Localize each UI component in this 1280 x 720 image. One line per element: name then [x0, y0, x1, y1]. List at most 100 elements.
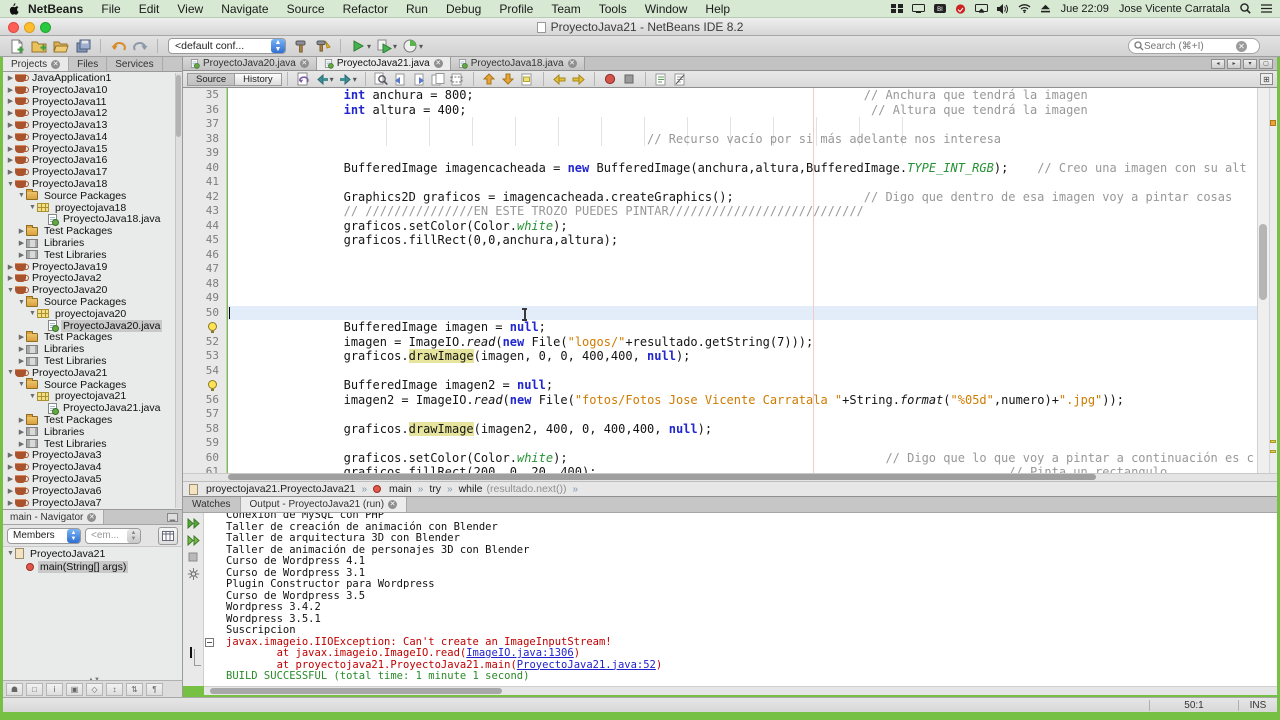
show-classes-icon[interactable]: ◇ — [86, 682, 103, 696]
project-tree-item-test-libraries[interactable]: ▶ Test Libraries — [3, 355, 182, 367]
menu-navigate[interactable]: Navigate — [212, 2, 277, 16]
navigator-item-proyectojava21[interactable]: ▼ ProyectoJava21 — [3, 547, 182, 560]
project-tree-item-libraries[interactable]: ▶ Libraries — [3, 343, 182, 355]
run-dropdown-icon[interactable]: ▾ — [367, 42, 371, 51]
collapsed-arrow-icon[interactable]: ▶ — [6, 156, 15, 164]
non-public-filter-icon[interactable]: ▣ — [66, 682, 83, 696]
search-clear-icon[interactable]: ✕ — [1236, 40, 1247, 52]
history-view-button[interactable]: History — [234, 72, 282, 86]
collapsed-arrow-icon[interactable]: ▶ — [17, 357, 26, 365]
collapsed-arrow-icon[interactable]: ▶ — [17, 227, 26, 235]
macro-stop-icon[interactable] — [621, 72, 638, 87]
new-file-icon[interactable] — [7, 37, 27, 55]
project-tree-item-proyectojava19[interactable]: ▶ ProyectoJava19 — [3, 261, 182, 273]
code-line-57[interactable] — [228, 407, 1257, 422]
code-line-38[interactable]: // Recurso vacío por si más adelante nos… — [228, 131, 1257, 146]
navigator-view-select[interactable]: Members ▲ ▼ — [7, 527, 81, 544]
collapsed-arrow-icon[interactable]: ▶ — [6, 451, 15, 459]
expanded-arrow-icon[interactable]: ▼ — [6, 181, 15, 188]
collapsed-arrow-icon[interactable]: ▶ — [6, 97, 15, 105]
code-line-37[interactable] — [228, 117, 1257, 132]
project-tree-item-proyectojava10[interactable]: ▶ ProyectoJava10 — [3, 84, 182, 96]
project-tree-item-proyectojava4[interactable]: ▶ ProyectoJava4 — [3, 461, 182, 473]
inherited-filter-icon[interactable]: ☗ — [6, 682, 23, 696]
code-line-58[interactable]: graficos.drawImage(imagen2, 400, 0, 400,… — [228, 421, 1257, 437]
collapsed-arrow-icon[interactable]: ▶ — [6, 168, 15, 176]
redo-icon[interactable] — [130, 37, 150, 55]
navigator-sort-button[interactable] — [158, 526, 178, 545]
tab-output-proyectojava21-run[interactable]: Output - ProyectoJava21 (run) ✕ — [240, 497, 408, 512]
projects-scrollbar-thumb[interactable] — [176, 75, 181, 137]
editor-hscrollbar-thumb[interactable] — [228, 474, 1096, 480]
static-filter-icon[interactable]: ⅰ — [46, 682, 63, 696]
select-doc-icon[interactable] — [449, 72, 466, 87]
sort-alpha-icon[interactable]: ↕ — [106, 682, 123, 696]
code-line-44[interactable]: graficos.setColor(Color.white); — [228, 219, 1257, 234]
menu-view[interactable]: View — [168, 2, 212, 16]
code-line-61[interactable]: graficos.fillRect(200, 0, 20, 400); // P… — [228, 465, 1257, 473]
tab-projects[interactable]: Projects ✕ — [3, 57, 70, 71]
notification-icon[interactable] — [1261, 2, 1272, 16]
minimize-panel-icon[interactable]: ▁ — [167, 512, 178, 522]
collapsed-arrow-icon[interactable]: ▶ — [17, 416, 26, 424]
expanded-arrow-icon[interactable]: ▼ — [28, 393, 37, 400]
find-icon[interactable] — [373, 72, 390, 87]
close-icon[interactable]: ✕ — [51, 60, 61, 69]
down-icon[interactable] — [500, 72, 517, 87]
run-icon[interactable] — [348, 37, 368, 55]
warning-bulb-icon[interactable] — [208, 322, 217, 333]
expanded-arrow-icon[interactable]: ▼ — [6, 287, 15, 294]
editor-tab-proyectojava21-java[interactable]: ProyectoJava21.java ✕ — [316, 57, 451, 70]
project-tree-item-proyectojava12[interactable]: ▶ ProyectoJava12 — [3, 107, 182, 119]
project-tree-item-proyectojava14[interactable]: ▶ ProyectoJava14 — [3, 131, 182, 143]
expanded-arrow-icon[interactable]: ▼ — [28, 310, 37, 317]
project-tree-item-proyectojava13[interactable]: ▶ ProyectoJava13 — [3, 119, 182, 131]
project-tree-item-proyectojava20-java[interactable]: ProyectoJava20.java — [3, 319, 182, 333]
tab-list-icon[interactable]: ▾ — [1243, 58, 1257, 69]
code-line-56[interactable]: imagen2 = ImageIO.read(new File("fotos/F… — [228, 393, 1257, 408]
bi-badge-icon[interactable]: BI — [933, 2, 946, 16]
forward-icon[interactable] — [337, 72, 354, 87]
scroll-left-icon[interactable]: ◂ — [1211, 58, 1225, 69]
stack-trace-link[interactable]: ImageIO.java:1306 — [466, 647, 573, 659]
menu-team[interactable]: Team — [542, 2, 589, 16]
scroll-right-icon[interactable]: ▸ — [1227, 58, 1241, 69]
stop-icon[interactable] — [186, 551, 200, 563]
project-tree-item-proyectojava5[interactable]: ▶ ProyectoJava5 — [3, 473, 182, 485]
expanded-arrow-icon[interactable]: ▼ — [17, 192, 26, 199]
project-tree-item-proyectojava18-java[interactable]: ProyectoJava18.java — [3, 213, 182, 226]
collapse-handle-icon[interactable] — [205, 637, 214, 647]
tab-services[interactable]: Services — [107, 57, 163, 71]
build-icon[interactable] — [291, 37, 311, 55]
breadcrumb-proyectojava21-proyectojava21[interactable]: proyectojava21.ProyectoJava21 — [189, 483, 355, 495]
tab-watches[interactable]: Watches — [183, 497, 241, 512]
dropdown-icon[interactable]: ▾ — [330, 75, 334, 84]
code-line-35[interactable]: int anchura = 800; // Anchura que tendrá… — [228, 88, 1257, 103]
error-stripe-mark[interactable] — [1270, 450, 1276, 453]
source-view-button[interactable]: Source — [187, 72, 236, 86]
project-tree-item-proyectojava18[interactable]: ▼ proyectojava18 — [3, 202, 182, 214]
macro-record-icon[interactable] — [602, 72, 619, 87]
shift-right-icon[interactable] — [570, 72, 587, 87]
collapsed-arrow-icon[interactable]: ▶ — [6, 274, 15, 282]
fqn-toggle-icon[interactable]: ¶ — [146, 682, 163, 696]
project-tree-item-proyectojava17[interactable]: ▶ ProyectoJava17 — [3, 166, 182, 178]
menu-user[interactable]: Jose Vicente Carratala — [1119, 3, 1230, 15]
project-tree-item-libraries[interactable]: ▶ Libraries — [3, 426, 182, 438]
code-editor[interactable]: int anchura = 800; // Anchura que tendrá… — [228, 88, 1257, 473]
close-icon[interactable]: ✕ — [299, 59, 309, 68]
collapsed-arrow-icon[interactable]: ▶ — [6, 121, 15, 129]
expanded-arrow-icon[interactable]: ▼ — [28, 204, 37, 211]
project-tree-item-test-libraries[interactable]: ▶ Test Libraries — [3, 249, 182, 261]
collapsed-arrow-icon[interactable]: ▶ — [17, 345, 26, 353]
menu-netbeans[interactable]: NetBeans — [19, 2, 92, 16]
find-prev-icon[interactable] — [392, 72, 409, 87]
red-badge-icon[interactable] — [955, 2, 966, 16]
run-file-dropdown-icon[interactable]: ▾ — [393, 42, 397, 51]
apple-menu-icon[interactable] — [8, 2, 19, 16]
collapsed-arrow-icon[interactable]: ▶ — [6, 133, 15, 141]
output-hscrollbar-thumb[interactable] — [210, 688, 502, 694]
collapsed-arrow-icon[interactable]: ▶ — [17, 428, 26, 436]
rerun-debug-icon[interactable] — [186, 534, 200, 546]
projects-scrollbar[interactable] — [175, 73, 182, 508]
